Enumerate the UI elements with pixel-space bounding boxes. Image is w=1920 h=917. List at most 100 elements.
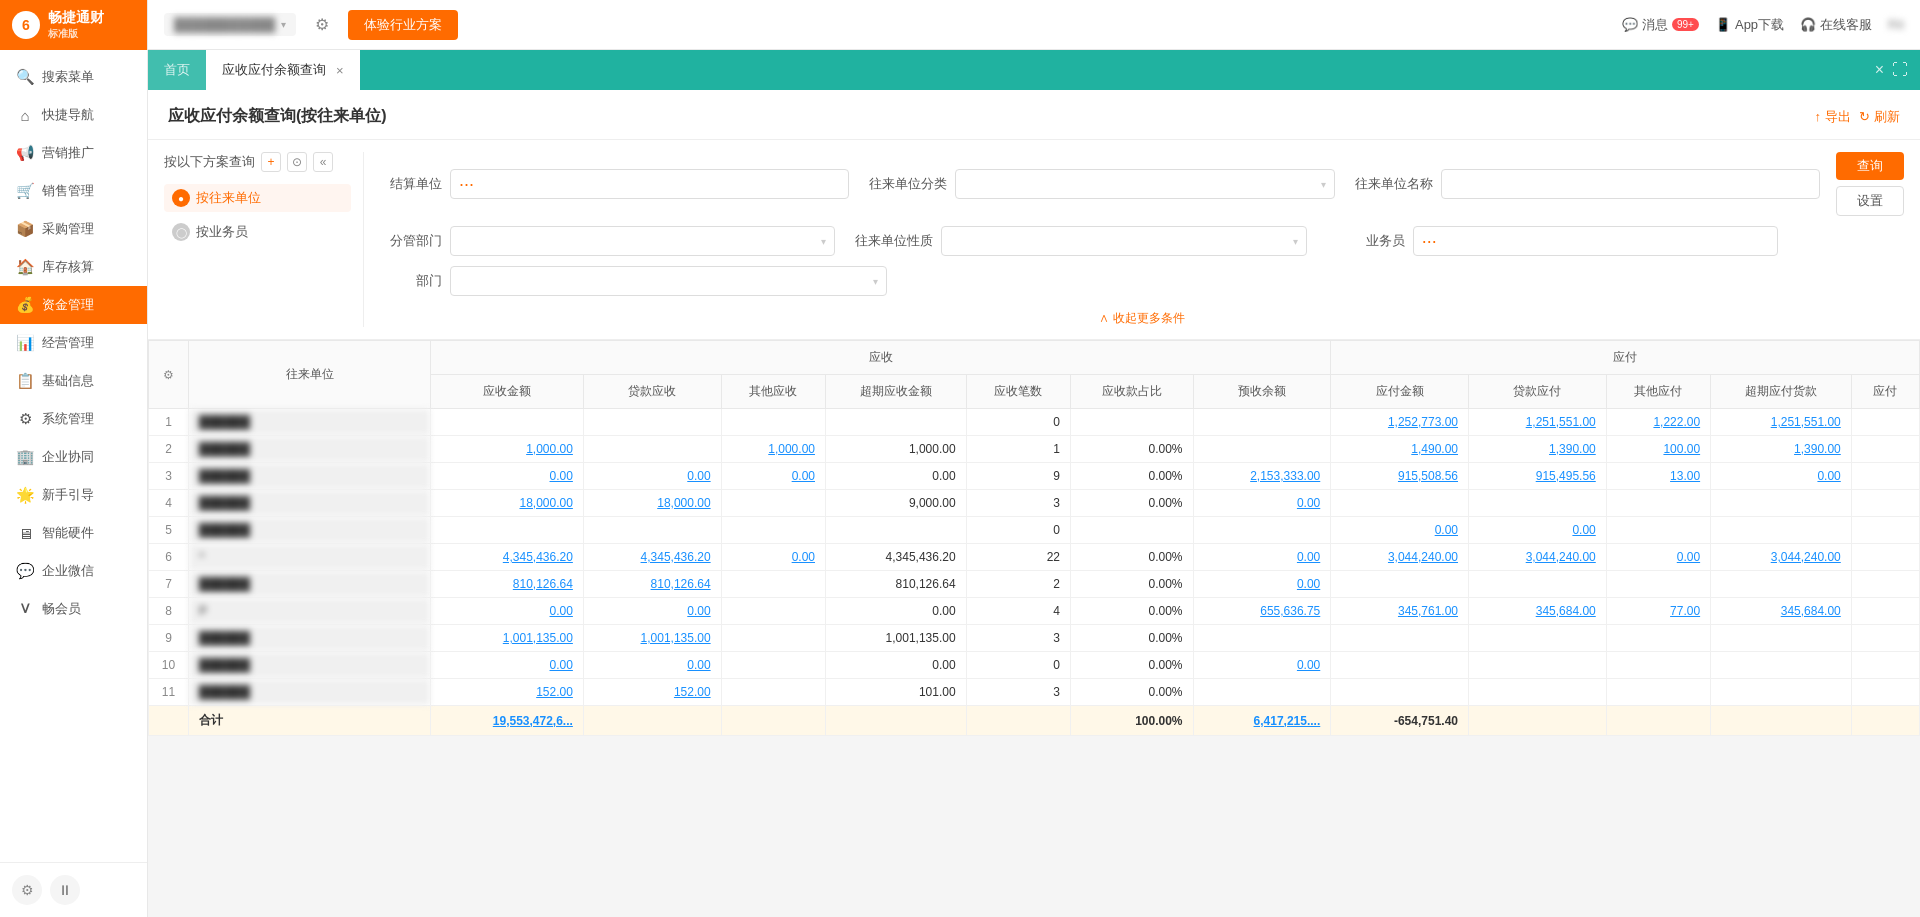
export-icon: ↑	[1815, 109, 1822, 124]
th-ar-overdue: 超期应收金额	[825, 375, 966, 409]
query-option-salesman[interactable]: ◯ 按业务员	[164, 218, 351, 246]
collapse-row: ∧ 收起更多条件	[380, 306, 1904, 327]
tab-home[interactable]: 首页	[148, 50, 206, 90]
salesman-input[interactable]: ···	[1413, 226, 1778, 256]
settings-button[interactable]: 设置	[1836, 186, 1904, 216]
promo-button[interactable]: 体验行业方案	[348, 10, 458, 40]
query-fields-area: 结算单位 ··· 往来单位分类 ▾ 往来单位名称	[380, 152, 1904, 327]
table-row: 1██████01,252,773.001,251,551.001,222.00…	[149, 409, 1920, 436]
field-dept-manager: 分管部门 ▾	[380, 226, 835, 256]
sidebar-item-basic[interactable]: 📋 基础信息	[0, 362, 147, 400]
th-ap-overdue: 超期应付货款	[1711, 375, 1852, 409]
window-controls: × ⛶	[1875, 61, 1920, 79]
sidebar-item-system[interactable]: ⚙ 系统管理	[0, 400, 147, 438]
main-area: ███████████ ▾ ⚙ 体验行业方案 💬 消息 99+ 📱 App下载 …	[148, 0, 1920, 917]
partner-type-label: 往来单位性质	[851, 232, 941, 250]
page-title: 应收应付余额查询(按往来单位)	[168, 106, 387, 127]
sidebar-item-enterprise[interactable]: 🏢 企业协同	[0, 438, 147, 476]
sidebar-item-label: 系统管理	[42, 410, 94, 428]
add-scheme-btn[interactable]: +	[261, 152, 281, 172]
company-name: ███████████	[174, 17, 275, 32]
tab-home-label: 首页	[164, 61, 190, 79]
col-settings-header[interactable]: ⚙	[149, 341, 189, 409]
company-selector[interactable]: ███████████ ▾	[164, 13, 296, 36]
query-container: 按以下方案查询 + ⊙ « ● 按往来单位 ◯ 按业务员	[148, 140, 1920, 340]
col-ar-group-header: 应收	[431, 341, 1331, 375]
sidebar-item-label: 快捷导航	[42, 106, 94, 124]
settings-bottom-btn[interactable]: ⚙	[12, 875, 42, 905]
partner-name-label: 往来单位名称	[1351, 175, 1441, 193]
topbar: ███████████ ▾ ⚙ 体验行业方案 💬 消息 99+ 📱 App下载 …	[148, 0, 1920, 50]
export-button[interactable]: ↑ 导出	[1815, 108, 1852, 126]
sidebar-item-marketing[interactable]: 📢 营销推广	[0, 134, 147, 172]
sidebar-item-purchase[interactable]: 📦 采购管理	[0, 210, 147, 248]
table-row: 9██████1,001,135.001,001,135.001,001,135…	[149, 625, 1920, 652]
sidebar-item-label: 营销推广	[42, 144, 94, 162]
salesman-dots: ···	[1422, 231, 1437, 252]
option-icon-salesman: ◯	[172, 223, 190, 241]
table-settings-icon[interactable]: ⚙	[161, 367, 177, 383]
sidebar-item-label: 新手引导	[42, 486, 94, 504]
topbar-right: 💬 消息 99+ 📱 App下载 🎧 在线客服 Rit	[1622, 16, 1904, 34]
settlement-input[interactable]: ···	[450, 169, 849, 199]
footer-ar-other	[721, 706, 825, 736]
col-partner-header: 往来单位	[189, 341, 431, 409]
sidebar-item-inventory[interactable]: 🏠 库存核算	[0, 248, 147, 286]
app-download-button[interactable]: 📱 App下载	[1715, 16, 1784, 34]
gear-button[interactable]: ⚙	[308, 11, 336, 39]
sidebar-bottom: ⚙ ⏸	[0, 862, 147, 917]
dept-manager-input[interactable]: ▾	[450, 226, 835, 256]
sidebar-item-sales[interactable]: 🛒 销售管理	[0, 172, 147, 210]
window-close-btn[interactable]: ×	[1875, 61, 1884, 79]
sidebar-item-label: 企业微信	[42, 562, 94, 580]
sidebar-item-hardware[interactable]: 🖥 智能硬件	[0, 514, 147, 552]
footer-ap-loan	[1469, 706, 1607, 736]
sidebar-logo: 6 畅捷通财 标准版	[0, 0, 147, 50]
sidebar-item-member[interactable]: Ⅴ 畅会员	[0, 590, 147, 628]
partner-type-input[interactable]: ▾	[941, 226, 1306, 256]
th-ar-other: 其他应收	[721, 375, 825, 409]
partner-category-input[interactable]: ▾	[955, 169, 1334, 199]
department-label: 部门	[380, 272, 450, 290]
sidebar-nav: 🔍 搜索菜单 ⌂ 快捷导航 📢 营销推广 🛒 销售管理 📦 采购管理 🏠 库存核…	[0, 50, 147, 862]
table-row: 11██████152.00152.00101.0030.00%	[149, 679, 1920, 706]
page-header-actions: ↑ 导出 ↻ 刷新	[1815, 108, 1901, 126]
collapse-btn[interactable]: ⏸	[50, 875, 80, 905]
sidebar-item-quick-nav[interactable]: ⌂ 快捷导航	[0, 96, 147, 134]
collapse-label: 收起更多条件	[1113, 311, 1185, 325]
service-label: 在线客服	[1820, 16, 1872, 34]
tab-ar-ap-label: 应收应付余额查询	[222, 61, 326, 79]
tab-close-icon[interactable]: ×	[336, 63, 344, 78]
sidebar-item-guide[interactable]: 🌟 新手引导	[0, 476, 147, 514]
search-icon: 🔍	[16, 68, 34, 86]
refresh-button[interactable]: ↻ 刷新	[1859, 108, 1900, 126]
query-row-1: 结算单位 ··· 往来单位分类 ▾ 往来单位名称	[380, 152, 1904, 216]
department-input[interactable]: ▾	[450, 266, 887, 296]
sidebar-item-finance[interactable]: 💰 资金管理	[0, 286, 147, 324]
sidebar-item-wechat[interactable]: 💬 企业微信	[0, 552, 147, 590]
table-row: 2██████1,000.001,000.001,000.0010.00%1,4…	[149, 436, 1920, 463]
sidebar-item-label: 搜索菜单	[42, 68, 94, 86]
partner-type-arrow: ▾	[1293, 236, 1298, 247]
finance-icon: 💰	[16, 296, 34, 314]
collapse-scheme-btn[interactable]: «	[313, 152, 333, 172]
sidebar-item-search[interactable]: 🔍 搜索菜单	[0, 58, 147, 96]
edit-scheme-btn[interactable]: ⊙	[287, 152, 307, 172]
hardware-icon: 🖥	[16, 524, 34, 542]
query-option-partner[interactable]: ● 按往来单位	[164, 184, 351, 212]
message-button[interactable]: 💬 消息 99+	[1622, 16, 1699, 34]
user-info[interactable]: Rit	[1888, 17, 1904, 32]
collapse-more-btn[interactable]: ∧ 收起更多条件	[1099, 311, 1184, 325]
online-service-button[interactable]: 🎧 在线客服	[1800, 16, 1872, 34]
partner-name-input[interactable]	[1441, 169, 1820, 199]
window-expand-btn[interactable]: ⛶	[1892, 61, 1908, 79]
logo-text: 畅捷通财	[48, 9, 104, 27]
sales-icon: 🛒	[16, 182, 34, 200]
settlement-label: 结算单位	[380, 175, 450, 193]
query-button[interactable]: 查询	[1836, 152, 1904, 180]
footer-ar-prepay[interactable]: 6,417,215....	[1193, 706, 1331, 736]
tab-ar-ap[interactable]: 应收应付余额查询 ×	[206, 50, 360, 90]
service-icon: 🎧	[1800, 17, 1816, 32]
sidebar-item-operation[interactable]: 📊 经营管理	[0, 324, 147, 362]
footer-ar-total[interactable]: 19,553,472,6...	[431, 706, 584, 736]
